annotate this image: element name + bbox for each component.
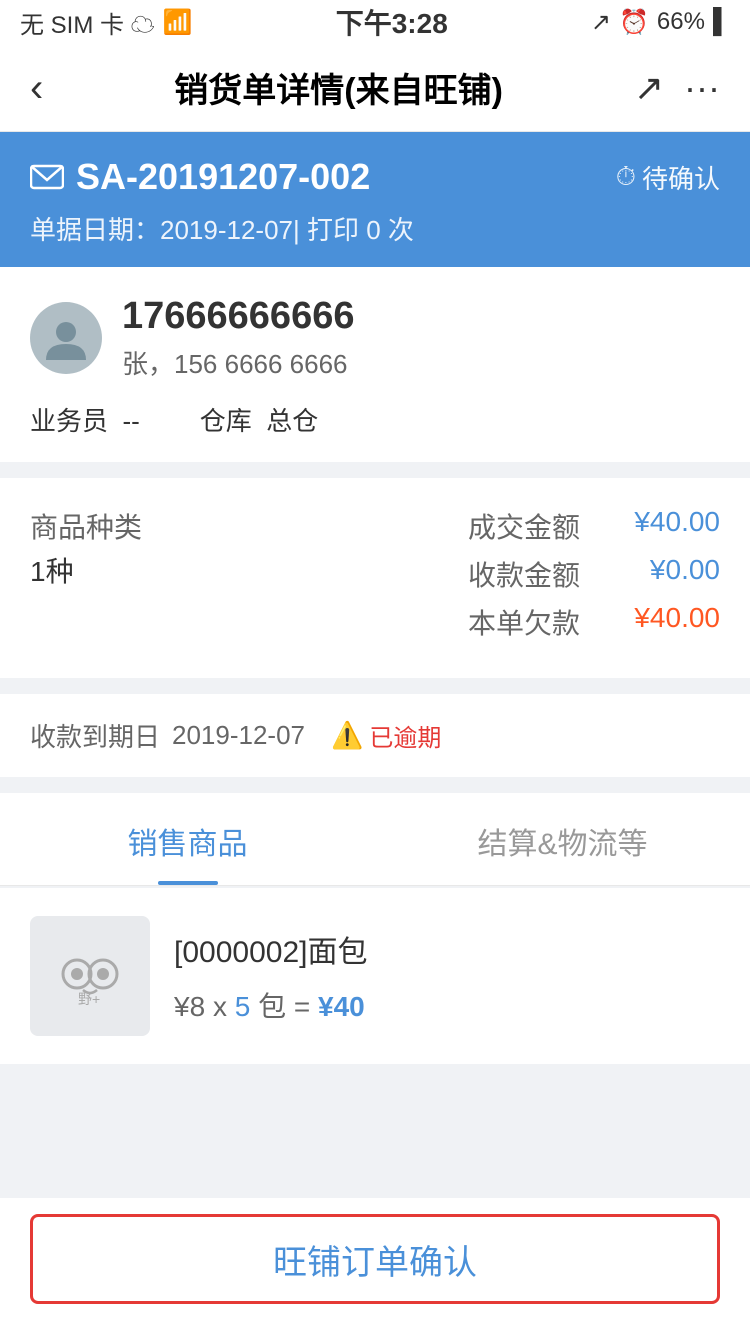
received-label: 收款金额: [468, 554, 580, 594]
customer-card: 17666666666 张，156 6666 6666 业务员 -- 仓库 总仓: [0, 267, 750, 462]
order-date-row: 单据日期：2019-12-07| 打印 0 次: [30, 210, 720, 247]
tab-settlement-logistics[interactable]: 结算&物流等: [375, 793, 750, 885]
product-info: [0000002]面包 ¥8 x 5 包 = ¥40: [174, 927, 720, 1025]
summary-right: 成交金额 ¥40.00 收款金额 ¥0.00 本单欠款 ¥40.00: [468, 506, 720, 650]
received-value: ¥0.00: [600, 554, 720, 594]
status-bar: 无 SIM 卡 ☁ 📶 下午3:28 ↗ ⏰ 66% ▌: [0, 0, 750, 44]
warehouse-label: 仓库: [200, 406, 252, 436]
confirm-order-button[interactable]: 旺铺订单确认: [30, 1214, 720, 1304]
warning-icon: ⚠️: [331, 720, 363, 751]
order-header-banner: SA-20191207-002 ⏱ 待确认 单据日期：2019-12-07| 打…: [0, 132, 750, 267]
owed-row: 本单欠款 ¥40.00: [468, 602, 720, 642]
order-status: ⏱ 待确认: [616, 159, 720, 196]
product-unit: 包: [258, 991, 286, 1022]
more-icon[interactable]: ···: [684, 67, 720, 109]
sales-info: 业务员 --: [30, 401, 140, 438]
sales-value: --: [122, 406, 139, 436]
product-type-value: 1种: [30, 550, 142, 590]
order-id-row: SA-20191207-002 ⏱ 待确认: [30, 156, 720, 198]
bottom-bar: 旺铺订单确认: [0, 1198, 750, 1334]
page-title: 销货单详情(来自旺铺): [174, 63, 503, 112]
order-id: SA-20191207-002: [30, 156, 370, 198]
due-date-card: 收款到期日 2019-12-07 ⚠️ 已逾期: [0, 694, 750, 777]
product-total: ¥40: [318, 991, 365, 1022]
nav-actions: ↗ ···: [634, 67, 720, 109]
bottom-spacer: [0, 1064, 750, 1204]
product-thumbnail: 野+: [30, 916, 150, 1036]
overdue-badge: ⚠️ 已逾期: [317, 714, 455, 757]
amount-label: 成交金额: [468, 506, 580, 546]
tab-sales-products[interactable]: 销售商品: [0, 793, 375, 885]
amount-row: 成交金额 ¥40.00: [468, 506, 720, 546]
customer-name-phone: 张，156 6666 6666: [122, 344, 354, 381]
summary-left: 商品种类 1种: [30, 506, 142, 590]
warehouse-info: 仓库 总仓: [200, 401, 318, 438]
status-bar-left: 无 SIM 卡 ☁ 📶: [20, 5, 193, 40]
summary-row: 商品种类 1种 成交金额 ¥40.00 收款金额 ¥0.00 本单欠款 ¥40.…: [30, 506, 720, 650]
divider-1: [0, 462, 750, 478]
product-calc: ¥8 x 5 包 = ¥40: [174, 985, 720, 1025]
product-list: 野+ [0000002]面包 ¥8 x 5 包 = ¥40: [0, 888, 750, 1064]
product-multiply: x: [213, 991, 235, 1022]
due-date-value: 2019-12-07: [172, 720, 305, 751]
tabs-container: 销售商品 结算&物流等: [0, 793, 750, 886]
no-sim-label: 无 SIM 卡 ☁: [20, 5, 155, 40]
product-item: 野+ [0000002]面包 ¥8 x 5 包 = ¥40: [0, 888, 750, 1064]
product-image-placeholder: 野+: [50, 946, 130, 1006]
product-equals: =: [294, 991, 318, 1022]
nav-bar: ‹ 销货单详情(来自旺铺) ↗ ···: [0, 44, 750, 132]
product-price: ¥8: [174, 991, 205, 1022]
owed-label: 本单欠款: [468, 602, 580, 642]
product-type-label: 商品种类: [30, 506, 142, 546]
warehouse-value: 总仓: [266, 406, 318, 436]
overdue-label: 已逾期: [369, 718, 441, 753]
divider-2: [0, 678, 750, 694]
received-row: 收款金额 ¥0.00: [468, 554, 720, 594]
owed-value: ¥40.00: [600, 602, 720, 642]
clock-icon: ⏱: [616, 161, 636, 193]
due-date-label: 收款到期日: [30, 717, 160, 754]
summary-card: 商品种类 1种 成交金额 ¥40.00 收款金额 ¥0.00 本单欠款 ¥40.…: [0, 478, 750, 678]
customer-top: 17666666666 张，156 6666 6666: [30, 295, 720, 381]
back-button[interactable]: ‹: [30, 68, 43, 108]
battery-icon: ▌: [713, 8, 730, 36]
svg-text:野+: 野+: [78, 991, 100, 1006]
envelope-icon: [30, 163, 64, 191]
battery-label: 66%: [657, 8, 705, 36]
status-bar-time: 下午3:28: [336, 2, 448, 42]
customer-info: 17666666666 张，156 6666 6666: [122, 295, 354, 381]
alarm-icon: ⏰: [619, 8, 649, 37]
location-icon: ↗: [591, 8, 611, 37]
customer-avatar: [30, 302, 102, 374]
wifi-icon: 📶: [163, 8, 193, 37]
divider-3: [0, 777, 750, 793]
product-quantity: 5: [235, 991, 251, 1022]
status-bar-right: ↗ ⏰ 66% ▌: [591, 8, 730, 37]
share-icon[interactable]: ↗: [634, 67, 664, 109]
sales-label: 业务员: [30, 406, 108, 436]
product-name: [0000002]面包: [174, 927, 720, 971]
customer-phone: 17666666666: [122, 295, 354, 338]
avatar-icon: [44, 316, 88, 360]
customer-meta: 业务员 -- 仓库 总仓: [30, 401, 720, 438]
amount-value: ¥40.00: [600, 506, 720, 546]
